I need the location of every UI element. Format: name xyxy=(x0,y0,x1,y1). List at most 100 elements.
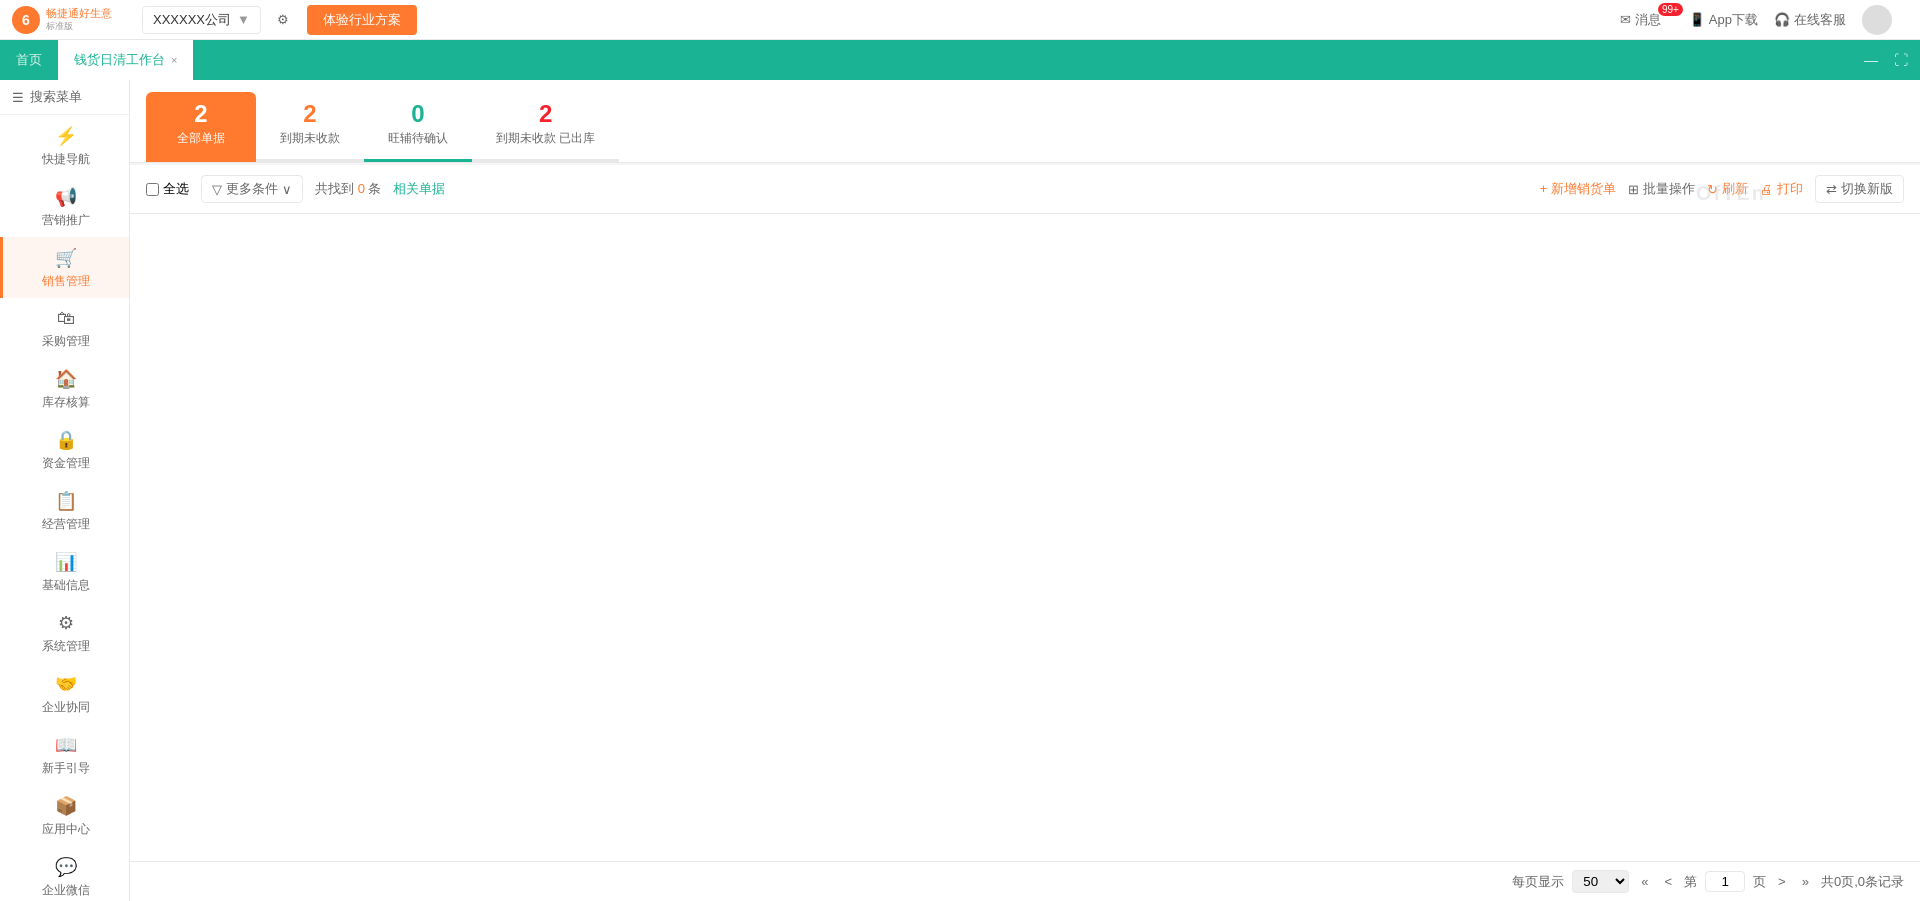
chevron-down-icon: ▼ xyxy=(237,12,250,27)
sidebar-item-quick-nav[interactable]: ⚡ 快捷导航 xyxy=(0,115,129,176)
sidebar-item-label: 快捷导航 xyxy=(42,151,90,168)
sidebar-item-sales[interactable]: 🛒 销售管理 xyxy=(0,237,129,298)
content-area: 2 全部单据 2 到期未收款 0 旺辅待确认 2 到期未收款 已出库 全选 xyxy=(130,80,1920,901)
avatar[interactable] xyxy=(1862,5,1892,35)
filter-button[interactable]: ▽ 更多条件 ∨ xyxy=(201,175,303,203)
sidebar-item-inventory[interactable]: 🏠 库存核算 xyxy=(0,358,129,419)
page-number-input[interactable] xyxy=(1705,871,1745,892)
select-all-input[interactable] xyxy=(146,183,159,196)
next-page-button[interactable]: > xyxy=(1774,872,1790,891)
sidebar-item-purchase[interactable]: 🛍 采购管理 xyxy=(0,298,129,358)
sidebar-item-operations[interactable]: 📋 经营管理 xyxy=(0,480,129,541)
related-orders-link[interactable]: 相关单据 xyxy=(393,180,445,198)
tab-minimize-icon[interactable]: — xyxy=(1860,48,1882,72)
app-download-button[interactable]: 📱 App下载 xyxy=(1689,11,1758,29)
settings-button[interactable]: ⚙ xyxy=(269,6,297,34)
sidebar-item-label: 新手引导 xyxy=(42,760,90,777)
pagination: 每页显示 50 20 100 « < 第 页 > » 共0页,0条记录 xyxy=(130,861,1920,901)
tab-home-label: 首页 xyxy=(16,51,42,69)
select-all-checkbox[interactable]: 全选 xyxy=(146,180,189,198)
stat-tab-overdue[interactable]: 2 到期未收款 xyxy=(256,92,364,162)
company-name: XXXXXX公司 xyxy=(153,11,231,29)
sidebar-item-guide[interactable]: 📖 新手引导 xyxy=(0,724,129,785)
search-icon: ☰ xyxy=(12,90,24,105)
sidebar-item-label: 企业协同 xyxy=(42,699,90,716)
top-bar: 6 畅捷通好生意 标准版 XXXXXX公司 ▼ ⚙ 体验行业方案 ✉ 消息 99… xyxy=(0,0,1920,40)
logo-area: 6 畅捷通好生意 标准版 xyxy=(12,6,142,34)
stat-num-shipped: 2 xyxy=(539,100,552,128)
stat-num-pending: 0 xyxy=(411,100,424,128)
marketing-icon: 📢 xyxy=(55,186,77,208)
print-label: 打印 xyxy=(1777,180,1803,198)
base-info-icon: 📊 xyxy=(55,551,77,573)
purchase-icon: 🛍 xyxy=(57,308,75,329)
sidebar-item-wechat[interactable]: 💬 企业微信 xyxy=(0,846,129,901)
sidebar-item-label: 销售管理 xyxy=(42,273,90,290)
sidebar-item-base-info[interactable]: 📊 基础信息 xyxy=(0,541,129,602)
stat-tab-pending[interactable]: 0 旺辅待确认 xyxy=(364,92,472,162)
sidebar-item-label: 采购管理 xyxy=(42,333,90,350)
stat-label-shipped: 到期未收款 已出库 xyxy=(496,130,595,147)
sidebar-item-app-center[interactable]: 📦 应用中心 xyxy=(0,785,129,846)
batch-label: 批量操作 xyxy=(1643,180,1695,198)
stat-tab-all[interactable]: 2 全部单据 xyxy=(146,92,256,162)
sidebar-item-coop[interactable]: 🤝 企业协同 xyxy=(0,663,129,724)
print-button[interactable]: 🖨 打印 xyxy=(1760,180,1803,198)
app-center-icon: 📦 xyxy=(55,795,77,817)
filter-chevron-icon: ∨ xyxy=(282,182,292,197)
trial-button[interactable]: 体验行业方案 xyxy=(307,5,417,35)
total-records: 共0页,0条记录 xyxy=(1821,873,1904,891)
message-badge: 99+ xyxy=(1658,3,1683,16)
system-icon: ⚙ xyxy=(58,612,74,634)
tab-close-icon[interactable]: × xyxy=(171,54,177,66)
online-service-button[interactable]: 🎧 在线客服 xyxy=(1774,11,1846,29)
inventory-icon: 🏠 xyxy=(55,368,77,390)
message-icon: ✉ xyxy=(1620,12,1631,27)
sidebar-item-label: 营销推广 xyxy=(42,212,90,229)
refresh-button[interactable]: ↻ 刷新 xyxy=(1707,180,1748,198)
wechat-icon: 💬 xyxy=(55,856,77,878)
sidebar-item-finance[interactable]: 🔒 资金管理 xyxy=(0,419,129,480)
message-label: 消息 xyxy=(1635,11,1661,29)
sidebar-item-label: 企业微信 xyxy=(42,882,90,899)
add-order-button[interactable]: + 新增销货单 xyxy=(1540,180,1616,198)
search-menu-label: 搜索菜单 xyxy=(30,88,82,106)
sidebar-item-label: 库存核算 xyxy=(42,394,90,411)
operations-icon: 📋 xyxy=(55,490,77,512)
logo-badge: 标准版 xyxy=(46,20,112,33)
sidebar-item-label: 应用中心 xyxy=(42,821,90,838)
tab-bar: 首页 钱货日清工作台 × — ⛶ xyxy=(0,40,1920,80)
message-button[interactable]: ✉ 消息 99+ xyxy=(1620,11,1673,29)
tab-expand-icon[interactable]: ⛶ xyxy=(1890,48,1912,72)
per-page-select[interactable]: 50 20 100 xyxy=(1572,870,1629,893)
sidebar-item-label: 资金管理 xyxy=(42,455,90,472)
search-menu-item[interactable]: ☰ 搜索菜单 xyxy=(0,80,129,115)
main-layout: ☰ 搜索菜单 ⚡ 快捷导航 📢 营销推广 🛒 销售管理 🛍 采购管理 🏠 库存核… xyxy=(0,80,1920,901)
sidebar-item-system[interactable]: ⚙ 系统管理 xyxy=(0,602,129,663)
select-all-label: 全选 xyxy=(163,180,189,198)
batch-operation-button[interactable]: ⊞ 批量操作 xyxy=(1628,180,1695,198)
tab-work-station[interactable]: 钱货日清工作台 × xyxy=(58,40,193,80)
switch-version-button[interactable]: ⇄ 切换新版 xyxy=(1815,175,1904,203)
stat-num-overdue: 2 xyxy=(303,100,316,128)
sidebar-item-marketing[interactable]: 📢 营销推广 xyxy=(0,176,129,237)
filter-label: 更多条件 xyxy=(226,180,278,198)
page-suffix: 页 xyxy=(1753,873,1766,891)
stat-tab-shipped[interactable]: 2 到期未收款 已出库 xyxy=(472,92,619,162)
logo-icon: 6 xyxy=(12,6,40,34)
app-download-label: App下载 xyxy=(1709,11,1758,29)
company-selector[interactable]: XXXXXX公司 ▼ xyxy=(142,6,261,34)
first-page-button[interactable]: « xyxy=(1637,872,1652,891)
stats-tabs: 2 全部单据 2 到期未收款 0 旺辅待确认 2 到期未收款 已出库 xyxy=(130,80,1920,163)
sales-icon: 🛒 xyxy=(55,247,77,269)
print-icon: 🖨 xyxy=(1760,182,1773,197)
filter-icon: ▽ xyxy=(212,182,222,197)
tab-work-station-label: 钱货日清工作台 xyxy=(74,51,165,69)
found-count: 0 xyxy=(358,181,365,196)
prev-page-button[interactable]: < xyxy=(1661,872,1677,891)
download-icon: 📱 xyxy=(1689,12,1705,27)
logo-name: 畅捷通好生意 xyxy=(46,6,112,20)
last-page-button[interactable]: » xyxy=(1798,872,1813,891)
toolbar-right: + 新增销货单 ⊞ 批量操作 ↻ 刷新 🖨 打印 ⇄ 切换新版 xyxy=(1540,175,1904,203)
tab-home[interactable]: 首页 xyxy=(0,40,58,80)
